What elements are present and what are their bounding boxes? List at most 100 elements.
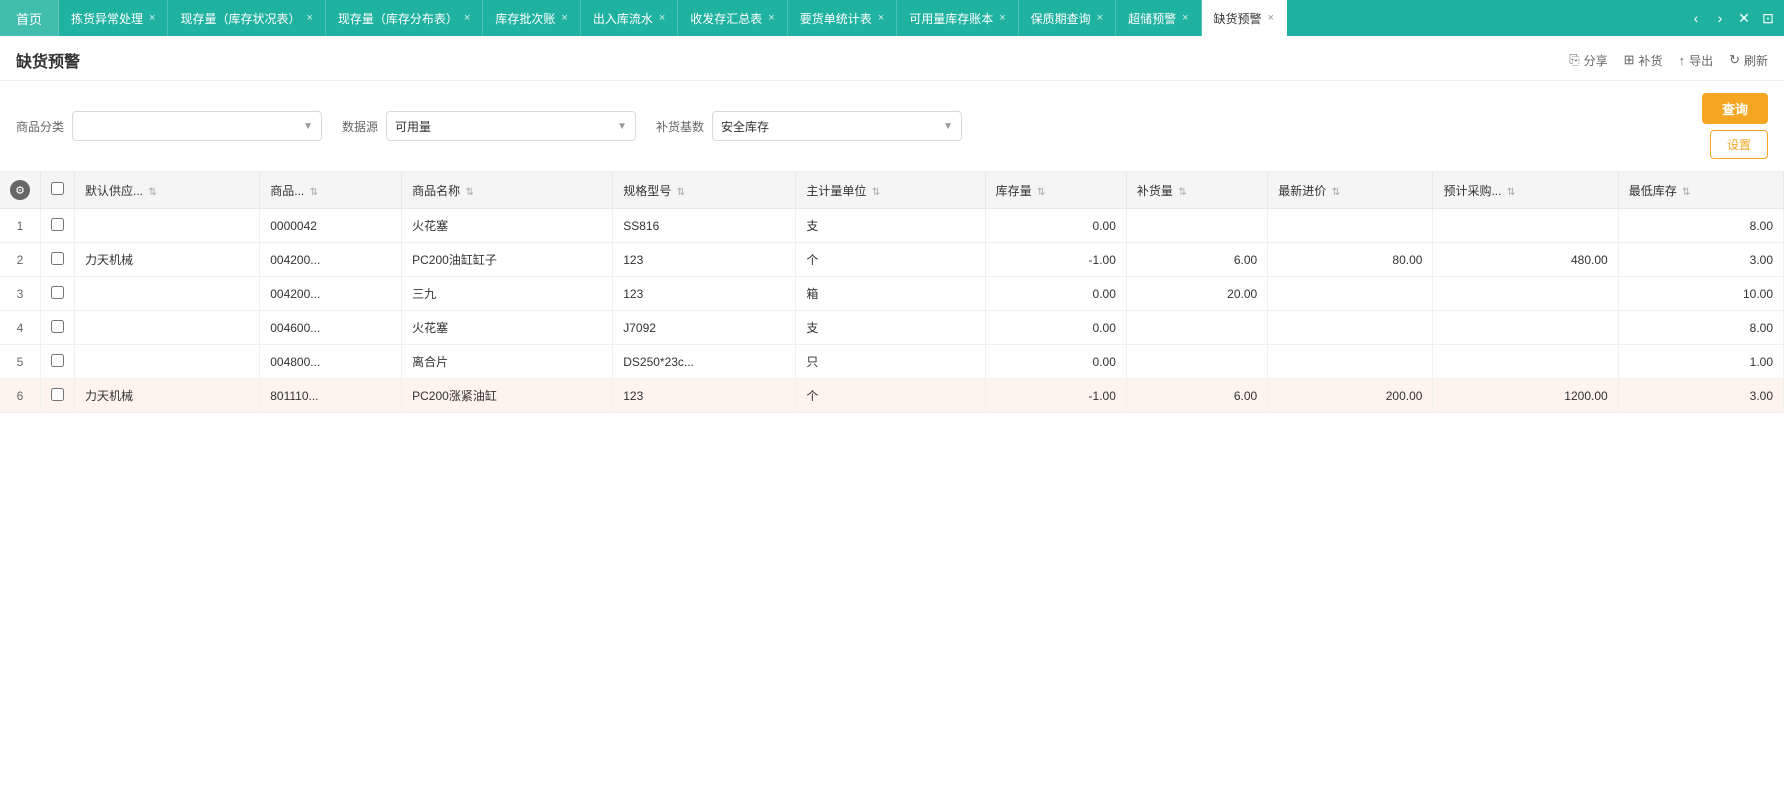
row-estimated-purchase-6: 1200.00 bbox=[1433, 379, 1618, 413]
row-stock-qty-3: 0.00 bbox=[985, 277, 1126, 311]
category-select[interactable]: ▼ bbox=[72, 111, 322, 141]
col-product-code-sort-icon: ⇅ bbox=[310, 187, 318, 198]
row-latest-price-5 bbox=[1268, 345, 1433, 379]
category-arrow-icon: ▼ bbox=[303, 121, 313, 132]
row-num-4: 4 bbox=[0, 311, 41, 345]
category-label: 商品分类 bbox=[16, 118, 64, 135]
replenish-icon: ⊞ bbox=[1624, 52, 1635, 68]
col-min-stock-label: 最低库存 bbox=[1629, 184, 1677, 198]
row-supplier-5 bbox=[75, 345, 260, 379]
tab-inout-flow[interactable]: 出入库流水 × bbox=[581, 0, 678, 36]
share-button[interactable]: ⎘ 分享 bbox=[1569, 52, 1607, 69]
col-min-stock[interactable]: 最低库存 ⇅ bbox=[1618, 172, 1783, 209]
row-estimated-purchase-3 bbox=[1433, 277, 1618, 311]
tab-batch-account[interactable]: 库存批次账 × bbox=[483, 0, 580, 36]
tab-close-abnormal[interactable]: × bbox=[149, 12, 155, 24]
replenish-button[interactable]: ⊞ 补货 bbox=[1624, 52, 1663, 69]
refresh-button[interactable]: ↻ 刷新 bbox=[1729, 52, 1768, 69]
col-replenish-qty[interactable]: 补货量 ⇅ bbox=[1126, 172, 1267, 209]
col-settings[interactable]: ⚙ bbox=[0, 172, 41, 209]
tab-expand[interactable]: ⊡ bbox=[1756, 6, 1780, 30]
col-estimated-purchase[interactable]: 预计采购... ⇅ bbox=[1433, 172, 1618, 209]
col-unit[interactable]: 主计量单位 ⇅ bbox=[796, 172, 985, 209]
select-all-checkbox[interactable] bbox=[51, 182, 64, 195]
row-code-6: 801110... bbox=[260, 379, 402, 413]
settings-button[interactable]: 设置 bbox=[1710, 130, 1768, 159]
row-num-5: 5 bbox=[0, 345, 41, 379]
tab-abnormal[interactable]: 拣货异常处理 × bbox=[59, 0, 168, 36]
col-checkbox[interactable] bbox=[41, 172, 75, 209]
col-unit-label: 主计量单位 bbox=[806, 184, 866, 198]
tab-close-expiry-query[interactable]: × bbox=[1097, 12, 1103, 24]
row-latest-price-4 bbox=[1268, 311, 1433, 345]
tab-order-stats[interactable]: 要货单统计表 × bbox=[788, 0, 897, 36]
tab-close-shortage[interactable]: × bbox=[1268, 12, 1274, 24]
export-button[interactable]: ↑ 导出 bbox=[1679, 52, 1714, 69]
row-num-6: 6 bbox=[0, 379, 41, 413]
row-name-3: 三九 bbox=[402, 277, 613, 311]
row-supplier-1 bbox=[75, 209, 260, 243]
row-checkbox-4[interactable] bbox=[41, 311, 75, 345]
tab-shortage[interactable]: 缺货预警 × bbox=[1202, 0, 1287, 36]
col-unit-sort-icon: ⇅ bbox=[872, 187, 880, 198]
tab-nav-prev[interactable]: ‹ bbox=[1684, 6, 1708, 30]
filter-buttons: 查询 设置 bbox=[1702, 93, 1768, 159]
tab-close-inventory-dist[interactable]: × bbox=[464, 12, 470, 24]
col-stock-qty[interactable]: 库存量 ⇅ bbox=[985, 172, 1126, 209]
filter-area: 商品分类 ▼ 数据源 可用量 ▼ 补货基数 安全库存 ▼ 查询 设置 bbox=[0, 81, 1784, 172]
tab-bar: 首页 拣货异常处理 × 现存量（库存状况表） × 现存量（库存分布表） × 库存… bbox=[0, 0, 1784, 36]
row-checkbox-5[interactable] bbox=[41, 345, 75, 379]
col-default-supplier[interactable]: 默认供应... ⇅ bbox=[75, 172, 260, 209]
row-estimated-purchase-5 bbox=[1433, 345, 1618, 379]
tab-close-inout-flow[interactable]: × bbox=[659, 12, 665, 24]
table-header-row: ⚙ 默认供应... ⇅ 商品... ⇅ 商品名称 ⇅ bbox=[0, 172, 1784, 209]
tab-close-collect-summary[interactable]: × bbox=[768, 12, 774, 24]
col-product-name[interactable]: 商品名称 ⇅ bbox=[402, 172, 613, 209]
tab-close-order-stats[interactable]: × bbox=[878, 12, 884, 24]
tab-close-batch-account[interactable]: × bbox=[561, 12, 567, 24]
row-replenish-qty-6: 6.00 bbox=[1126, 379, 1267, 413]
row-unit-6: 个 bbox=[796, 379, 985, 413]
tab-available-ledger[interactable]: 可用量库存账本 × bbox=[897, 0, 1018, 36]
row-stock-qty-1: 0.00 bbox=[985, 209, 1126, 243]
row-checkbox-3[interactable] bbox=[41, 277, 75, 311]
row-estimated-purchase-1 bbox=[1433, 209, 1618, 243]
row-spec-6: 123 bbox=[613, 379, 796, 413]
col-latest-price[interactable]: 最新进价 ⇅ bbox=[1268, 172, 1433, 209]
row-estimated-purchase-2: 480.00 bbox=[1433, 243, 1618, 277]
col-product-name-label: 商品名称 bbox=[412, 184, 460, 198]
settings-gear-icon[interactable]: ⚙ bbox=[10, 180, 30, 200]
row-checkbox-6[interactable] bbox=[41, 379, 75, 413]
tab-close-overstock[interactable]: × bbox=[1182, 12, 1188, 24]
query-button[interactable]: 查询 bbox=[1702, 93, 1768, 124]
row-latest-price-3 bbox=[1268, 277, 1433, 311]
tab-home[interactable]: 首页 bbox=[0, 0, 59, 36]
col-spec[interactable]: 规格型号 ⇅ bbox=[613, 172, 796, 209]
table-row: 5 004800... 离合片 DS250*23c... 只 0.00 1.00 bbox=[0, 345, 1784, 379]
tab-inventory-dist[interactable]: 现存量（库存分布表） × bbox=[326, 0, 483, 36]
tab-inventory-status[interactable]: 现存量（库存状况表） × bbox=[168, 0, 325, 36]
row-replenish-qty-3: 20.00 bbox=[1126, 277, 1267, 311]
row-min-stock-3: 10.00 bbox=[1618, 277, 1783, 311]
row-code-1: 0000042 bbox=[260, 209, 402, 243]
tab-overstock[interactable]: 超储预警 × bbox=[1116, 0, 1201, 36]
data-table: ⚙ 默认供应... ⇅ 商品... ⇅ 商品名称 ⇅ bbox=[0, 172, 1784, 413]
tab-close-inventory-status[interactable]: × bbox=[306, 12, 312, 24]
row-name-6: PC200涨紧油缸 bbox=[402, 379, 613, 413]
tab-close-available-ledger[interactable]: × bbox=[999, 12, 1005, 24]
col-replenish-qty-sort-icon: ⇅ bbox=[1178, 187, 1186, 198]
row-unit-3: 箱 bbox=[796, 277, 985, 311]
tab-collect-summary[interactable]: 收发存汇总表 × bbox=[678, 0, 787, 36]
replenish-base-select[interactable]: 安全库存 ▼ bbox=[712, 111, 962, 141]
row-code-3: 004200... bbox=[260, 277, 402, 311]
col-default-supplier-sort-icon: ⇅ bbox=[148, 187, 156, 198]
tab-expiry-query[interactable]: 保质期查询 × bbox=[1019, 0, 1116, 36]
datasource-select[interactable]: 可用量 ▼ bbox=[386, 111, 636, 141]
col-product-code[interactable]: 商品... ⇅ bbox=[260, 172, 402, 209]
tab-close-all[interactable]: ✕ bbox=[1732, 6, 1756, 30]
row-min-stock-2: 3.00 bbox=[1618, 243, 1783, 277]
tab-nav-next[interactable]: › bbox=[1708, 6, 1732, 30]
row-checkbox-1[interactable] bbox=[41, 209, 75, 243]
col-spec-label: 规格型号 bbox=[623, 184, 671, 198]
row-checkbox-2[interactable] bbox=[41, 243, 75, 277]
